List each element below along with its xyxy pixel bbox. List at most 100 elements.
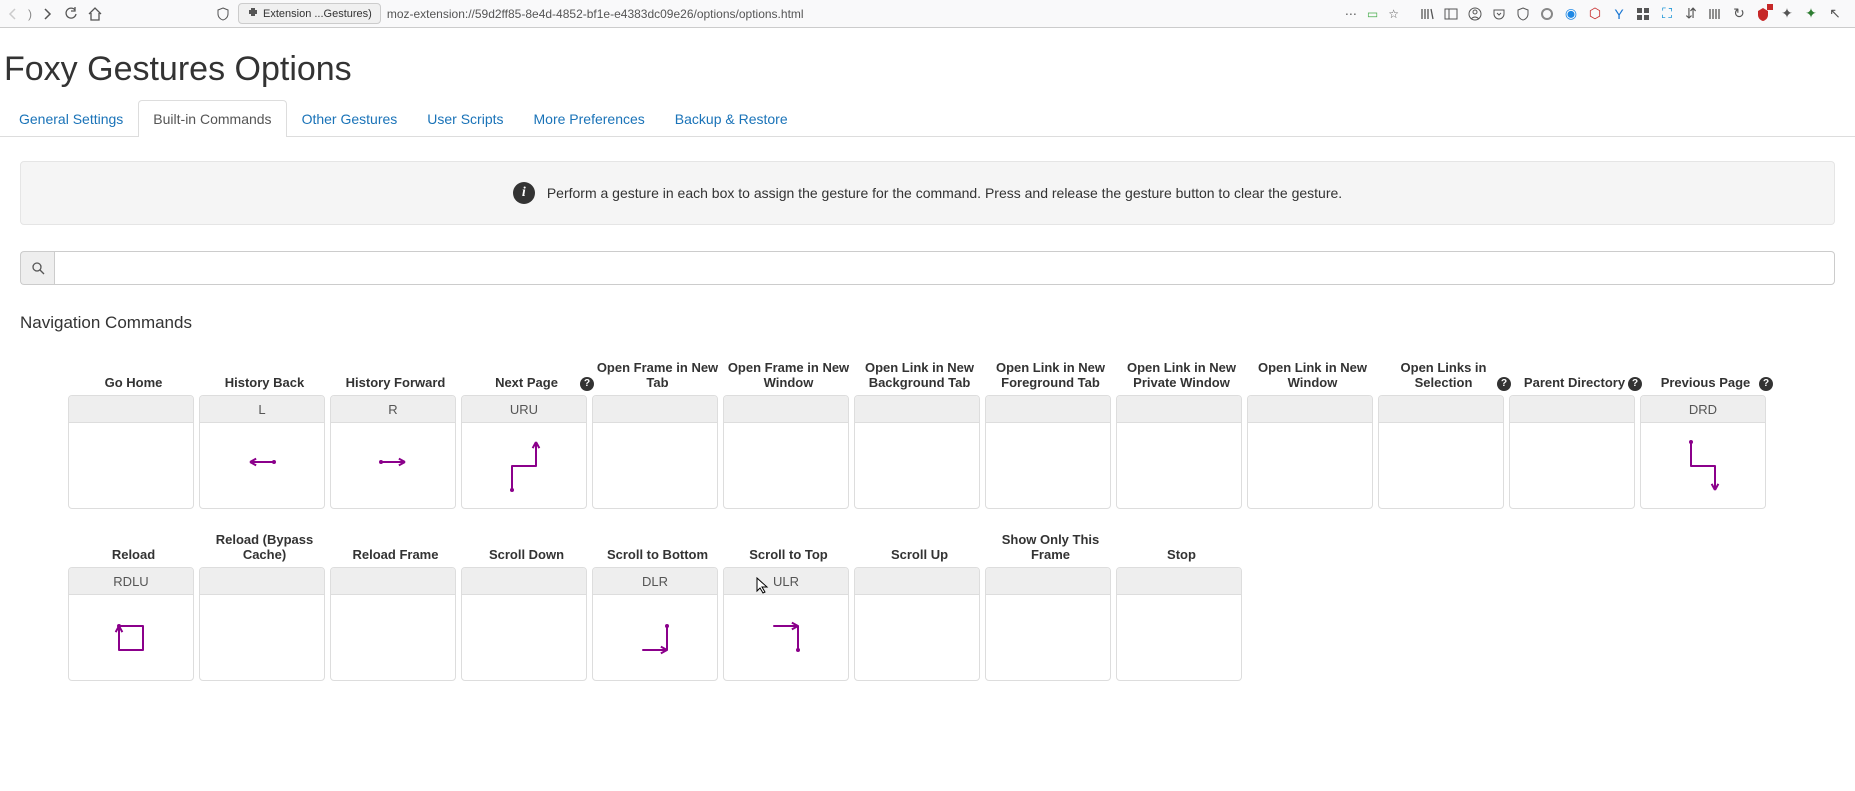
extension-badge-label: Extension ...Gestures): [263, 8, 372, 20]
tab-built-in-commands[interactable]: Built-in Commands: [138, 100, 286, 137]
gesture-box[interactable]: DLR: [592, 567, 718, 681]
reader-icon[interactable]: ▭: [1367, 7, 1378, 21]
gesture-box[interactable]: [1509, 395, 1635, 509]
gesture-canvas[interactable]: [1641, 423, 1765, 509]
page-actions-icon[interactable]: ⋯: [1345, 7, 1357, 21]
gesture-code: URU: [462, 396, 586, 423]
gesture-box[interactable]: R: [330, 395, 456, 509]
ext12-icon[interactable]: ✦: [1803, 6, 1819, 22]
gesture-canvas[interactable]: [593, 595, 717, 681]
gesture-code: [855, 396, 979, 423]
gesture-box[interactable]: [854, 567, 980, 681]
shield-small-icon: [214, 5, 232, 23]
ext1-icon[interactable]: [1539, 6, 1555, 22]
gesture-canvas[interactable]: [200, 595, 324, 681]
tab-user-scripts[interactable]: User Scripts: [412, 100, 518, 137]
ext7-icon[interactable]: ⇵: [1683, 6, 1699, 22]
tab-general-settings[interactable]: General Settings: [4, 100, 138, 137]
gesture-box[interactable]: [1378, 395, 1504, 509]
gesture-box[interactable]: [1247, 395, 1373, 509]
command-label: Open Link in New Foreground Tab: [985, 357, 1116, 395]
gesture-canvas[interactable]: [1248, 423, 1372, 509]
account-icon[interactable]: [1467, 6, 1483, 22]
shield-icon[interactable]: [1515, 6, 1531, 22]
ext10-icon[interactable]: [1755, 6, 1771, 22]
gesture-box[interactable]: [461, 567, 587, 681]
gesture-canvas[interactable]: [200, 423, 324, 509]
ext2-icon[interactable]: ◉: [1563, 6, 1579, 22]
address-bar[interactable]: Extension ...Gestures) moz-extension://5…: [214, 3, 1345, 24]
gesture-box[interactable]: RDLU: [68, 567, 194, 681]
command-scroll-to-bottom: Scroll to BottomDLR: [592, 529, 723, 681]
search-input[interactable]: [54, 251, 1835, 285]
puzzle-icon: [247, 6, 259, 21]
ext5-icon[interactable]: [1635, 6, 1651, 22]
command-label: Stop: [1116, 529, 1247, 567]
ext6-icon[interactable]: ⛶: [1659, 6, 1675, 22]
gesture-box[interactable]: URU: [461, 395, 587, 509]
command-reload-frame: Reload Frame: [330, 529, 461, 681]
gesture-box[interactable]: [330, 567, 456, 681]
gesture-box[interactable]: DRD: [1640, 395, 1766, 509]
command-open-links-in-selection: Open Links in Selection?: [1378, 357, 1509, 509]
gesture-canvas[interactable]: [462, 595, 586, 681]
star-icon[interactable]: ☆: [1388, 7, 1399, 21]
command-go-home: Go Home: [68, 357, 199, 509]
gesture-box[interactable]: ULR: [723, 567, 849, 681]
gesture-canvas[interactable]: [724, 595, 848, 681]
ext13-icon[interactable]: ↖: [1827, 6, 1843, 22]
ext4-icon[interactable]: Y: [1611, 6, 1627, 22]
tab-more-preferences[interactable]: More Preferences: [519, 100, 660, 137]
pocket-icon[interactable]: [1491, 6, 1507, 22]
command-history-forward: History ForwardR: [330, 357, 461, 509]
tab-other-gestures[interactable]: Other Gestures: [287, 100, 413, 137]
library-icon[interactable]: [1419, 6, 1435, 22]
gesture-canvas[interactable]: [1117, 595, 1241, 681]
gesture-canvas[interactable]: [1510, 423, 1634, 509]
sidebar-icon[interactable]: [1443, 6, 1459, 22]
gesture-canvas[interactable]: [331, 423, 455, 509]
command-open-link-in-new-window: Open Link in New Window: [1247, 357, 1378, 509]
gesture-box[interactable]: [1116, 395, 1242, 509]
gesture-canvas[interactable]: [855, 595, 979, 681]
gesture-box[interactable]: [985, 395, 1111, 509]
gesture-canvas[interactable]: [593, 423, 717, 509]
gesture-box[interactable]: [723, 395, 849, 509]
ext8-icon[interactable]: [1707, 6, 1723, 22]
gesture-canvas[interactable]: [1379, 423, 1503, 509]
gesture-box[interactable]: [592, 395, 718, 509]
gesture-canvas[interactable]: [1117, 423, 1241, 509]
gesture-canvas[interactable]: [331, 595, 455, 681]
command-label: Open Links in Selection?: [1378, 357, 1509, 395]
help-icon[interactable]: ?: [1759, 377, 1773, 391]
gesture-box[interactable]: [854, 395, 980, 509]
home-icon[interactable]: [86, 5, 104, 23]
gesture-code: [200, 568, 324, 595]
ext11-icon[interactable]: ✦: [1779, 6, 1795, 22]
gesture-code: DRD: [1641, 396, 1765, 423]
gesture-canvas[interactable]: [986, 595, 1110, 681]
gesture-canvas[interactable]: [986, 423, 1110, 509]
gesture-box[interactable]: [199, 567, 325, 681]
gesture-box[interactable]: [68, 395, 194, 509]
forward-icon[interactable]: [38, 5, 56, 23]
url-text: moz-extension://59d2ff85-8e4d-4852-bf1e-…: [387, 7, 804, 21]
gesture-box[interactable]: [985, 567, 1111, 681]
gesture-box[interactable]: [1116, 567, 1242, 681]
tab-backup-restore[interactable]: Backup & Restore: [660, 100, 803, 137]
gesture-code: [1510, 396, 1634, 423]
command-reload-bypass-cache-: Reload (Bypass Cache): [199, 529, 330, 681]
command-label: Scroll to Bottom: [592, 529, 723, 567]
ext9-icon[interactable]: ↻: [1731, 6, 1747, 22]
ext3-icon[interactable]: ⬡: [1587, 6, 1603, 22]
reload-icon[interactable]: [62, 5, 80, 23]
command-label: Parent Directory?: [1509, 357, 1640, 395]
command-label: Reload (Bypass Cache): [199, 529, 330, 567]
gesture-canvas[interactable]: [855, 423, 979, 509]
gesture-canvas[interactable]: [69, 423, 193, 509]
back-icon[interactable]: [4, 5, 22, 23]
gesture-canvas[interactable]: [462, 423, 586, 509]
gesture-canvas[interactable]: [69, 595, 193, 681]
gesture-canvas[interactable]: [724, 423, 848, 509]
gesture-box[interactable]: L: [199, 395, 325, 509]
